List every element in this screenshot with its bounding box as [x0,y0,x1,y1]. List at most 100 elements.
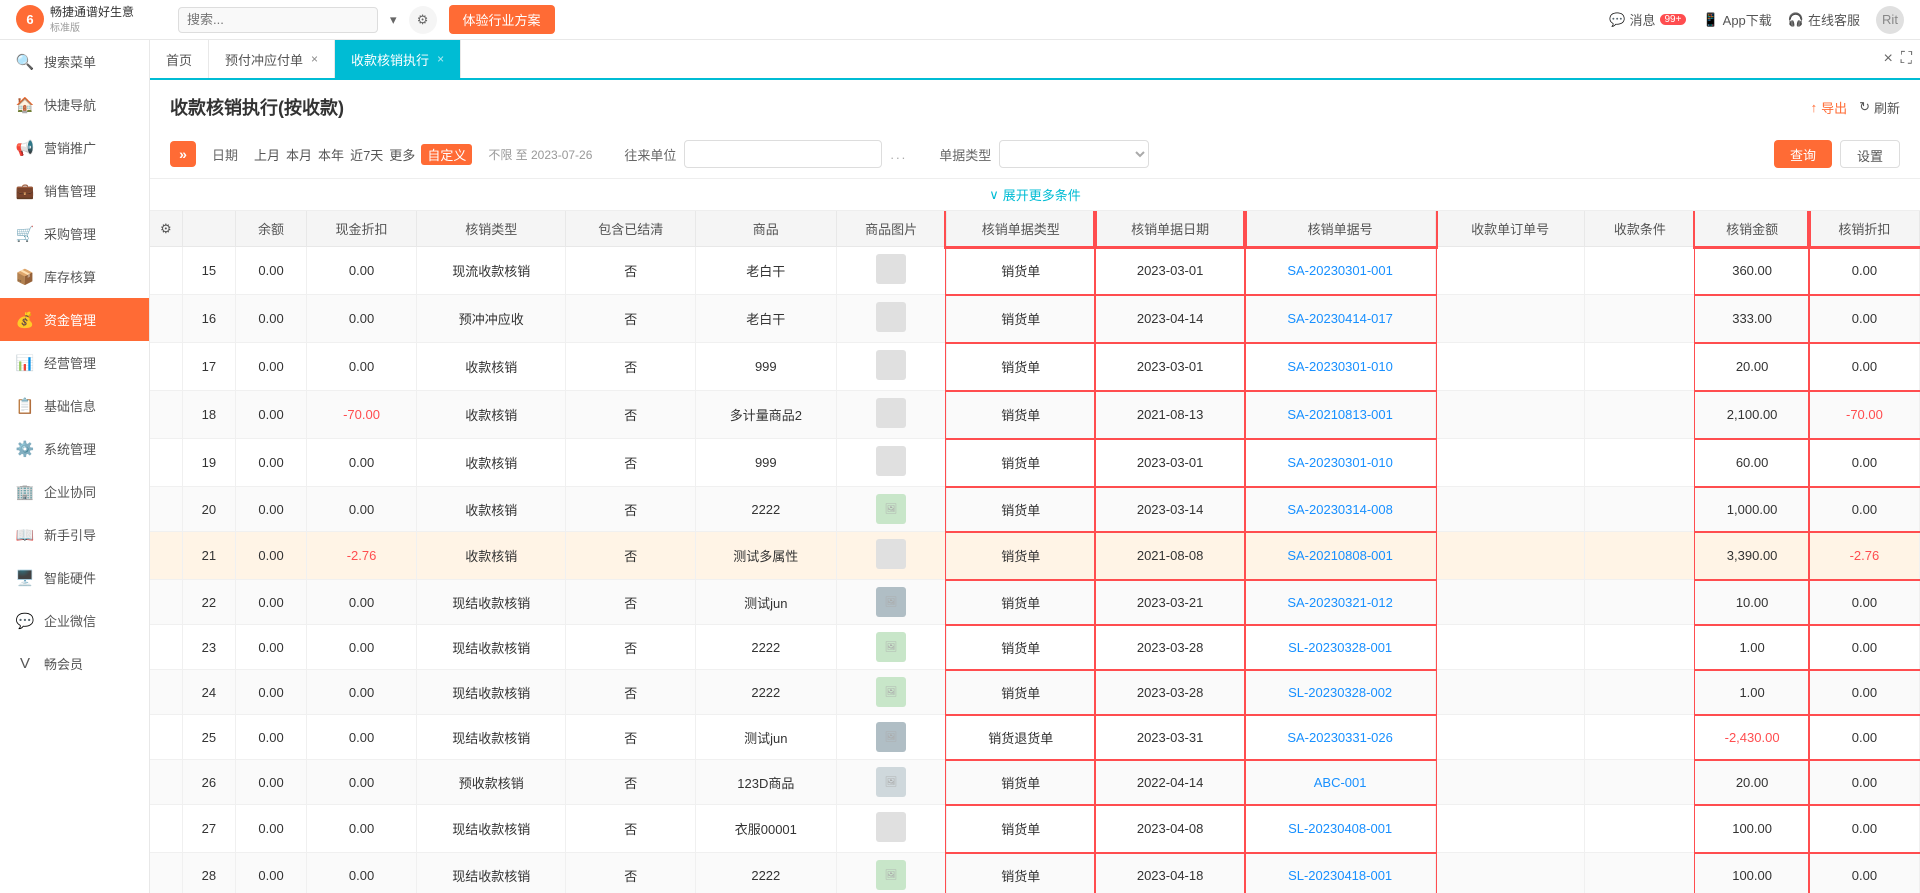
row-verify-amount: 2,100.00 [1695,391,1809,439]
row-verify-bill-date: 2023-04-14 [1095,295,1244,343]
sidebar-item-sales[interactable]: 💼 销售管理 [0,169,149,212]
sidebar-item-search[interactable]: 🔍 搜索菜单 [0,40,149,83]
col-verify-bill-type: 核销单据类型 [946,211,1095,247]
row-goods: 多计量商品2 [696,391,837,439]
sidebar-item-system[interactable]: ⚙️ 系统管理 [0,427,149,470]
row-goods-img [836,343,946,391]
sidebar-item-finance[interactable]: 💰 资金管理 [0,298,149,341]
refresh-button[interactable]: ↻ 刷新 [1859,98,1900,117]
partner-input[interactable] [684,140,882,168]
industry-plan-button[interactable]: 体验行业方案 [449,5,555,34]
topbar-right: 💬 消息 99+ 📱 App下载 🎧 在线客服 Rit [1609,6,1904,34]
row-receipt-order-no [1436,625,1585,670]
partner-dots-icon[interactable]: ... [890,147,907,162]
table-row: 21 0.00 -2.76 收款核销 否 测试多属性 销货单 2021-08-0… [150,532,1920,580]
row-verify-discount: 0.00 [1809,853,1919,893]
col-included-settled: 包含已结清 [566,211,696,247]
sidebar-item-member[interactable]: V 畅会员 [0,642,149,685]
sidebar-item-hardware[interactable]: 🖥️ 智能硬件 [0,556,149,599]
date-opt-this-year[interactable]: 本年 [318,145,344,164]
topbar-dropdown-icon[interactable]: ▾ [390,12,397,28]
row-verify-amount: 10.00 [1695,580,1809,625]
sidebar-item-corp[interactable]: 🏢 企业协同 [0,470,149,513]
maximize-icon[interactable]: ⛶ [1901,50,1912,68]
row-verify-discount: 0.00 [1809,487,1919,532]
query-button[interactable]: 查询 [1774,140,1832,168]
row-verify-bill-date: 2023-03-31 [1095,715,1244,760]
col-balance: 余额 [236,211,307,247]
row-goods: 老白干 [696,247,837,295]
row-seq: 22 [182,580,235,625]
row-verify-bill-no[interactable]: SA-20210813-001 [1245,391,1436,439]
topbar-search-input[interactable] [178,7,378,33]
row-verify-bill-no[interactable]: SL-20230408-001 [1245,805,1436,853]
tab-receipt[interactable]: 收款核销执行 × [335,40,461,78]
date-opt-more[interactable]: 更多 [389,145,415,164]
row-verify-bill-type: 销货退货单 [946,715,1095,760]
sidebar-item-operation[interactable]: 📊 经营管理 [0,341,149,384]
tab-close-receipt[interactable]: × [437,52,444,66]
date-opt-7days[interactable]: 近7天 [350,145,383,164]
row-verify-bill-no[interactable]: SA-20230414-017 [1245,295,1436,343]
sidebar-item-wechat[interactable]: 💬 企业微信 [0,599,149,642]
col-goods: 商品 [696,211,837,247]
col-receipt-order-no: 收款单订单号 [1436,211,1585,247]
online-service-button[interactable]: 🎧 在线客服 [1788,10,1860,29]
wechat-icon: 💬 [16,612,34,630]
date-opt-last-month[interactable]: 上月 [254,145,280,164]
row-goods-img: 🖼 [836,670,946,715]
expand-more-button[interactable]: ∨ 展开更多条件 [989,185,1081,204]
row-verify-bill-no[interactable]: SA-20230331-026 [1245,715,1436,760]
close-window-icon[interactable]: × [1883,50,1892,68]
sales-icon: 💼 [16,182,34,200]
tab-prepay[interactable]: 预付冲应付单 × [209,40,335,78]
col-gear[interactable]: ⚙ [150,211,182,247]
tab-close-prepay[interactable]: × [311,52,318,66]
tab-bar-end: × ⛶ [1883,40,1920,78]
date-opt-this-month[interactable]: 本月 [286,145,312,164]
row-included: 否 [566,295,696,343]
sidebar-item-guide[interactable]: 📖 新手引导 [0,513,149,556]
sidebar-item-nav[interactable]: 🏠 快捷导航 [0,83,149,126]
sidebar-item-basic[interactable]: 📋 基础信息 [0,384,149,427]
row-seq: 15 [182,247,235,295]
topbar: 6 畅捷通谱好生意 标准版 ▾ ⚙ 体验行业方案 💬 消息 99+ 📱 App下… [0,0,1920,40]
avatar[interactable]: Rit [1876,6,1904,34]
row-verify-bill-no[interactable]: SL-20230418-001 [1245,853,1436,893]
row-verify-bill-date: 2023-03-01 [1095,247,1244,295]
date-opt-custom[interactable]: 自定义 [421,144,472,165]
row-verify-bill-no[interactable]: SA-20210808-001 [1245,532,1436,580]
row-seq: 27 [182,805,235,853]
row-cash-discount: 0.00 [307,760,417,805]
row-goods-img [836,247,946,295]
row-verify-bill-no[interactable]: ABC-001 [1245,760,1436,805]
row-receipt-condition [1585,439,1695,487]
app-download-button[interactable]: 📱 App下载 [1702,10,1771,29]
row-verify-bill-no[interactable]: SA-20230301-001 [1245,247,1436,295]
message-button[interactable]: 💬 消息 99+ [1609,10,1686,29]
row-verify-bill-no[interactable]: SA-20230301-010 [1245,343,1436,391]
row-verify-discount: -2.76 [1809,532,1919,580]
row-cash-discount: 0.00 [307,343,417,391]
row-balance: 0.00 [236,391,307,439]
sidebar-item-marketing[interactable]: 📢 营销推广 [0,126,149,169]
filter-expand-button[interactable]: » [170,141,196,167]
settings-gear-icon[interactable]: ⚙ [409,6,437,34]
settings-button[interactable]: 设置 [1840,140,1900,168]
row-seq: 24 [182,670,235,715]
row-verify-bill-no[interactable]: SA-20230314-008 [1245,487,1436,532]
row-verify-bill-no[interactable]: SL-20230328-001 [1245,625,1436,670]
row-cash-discount: 0.00 [307,715,417,760]
row-verify-bill-no[interactable]: SA-20230301-010 [1245,439,1436,487]
sidebar-item-purchase[interactable]: 🛒 采购管理 [0,212,149,255]
bill-type-select[interactable] [999,140,1149,168]
row-verify-bill-date: 2023-03-01 [1095,343,1244,391]
row-verify-discount: 0.00 [1809,247,1919,295]
sidebar-item-inventory[interactable]: 📦 库存核算 [0,255,149,298]
row-verify-type: 收款核销 [417,343,566,391]
tab-home[interactable]: 首页 [150,40,209,78]
export-button[interactable]: ↑ 导出 [1811,98,1848,117]
row-verify-bill-no[interactable]: SA-20230321-012 [1245,580,1436,625]
row-receipt-condition [1585,715,1695,760]
row-verify-bill-no[interactable]: SL-20230328-002 [1245,670,1436,715]
